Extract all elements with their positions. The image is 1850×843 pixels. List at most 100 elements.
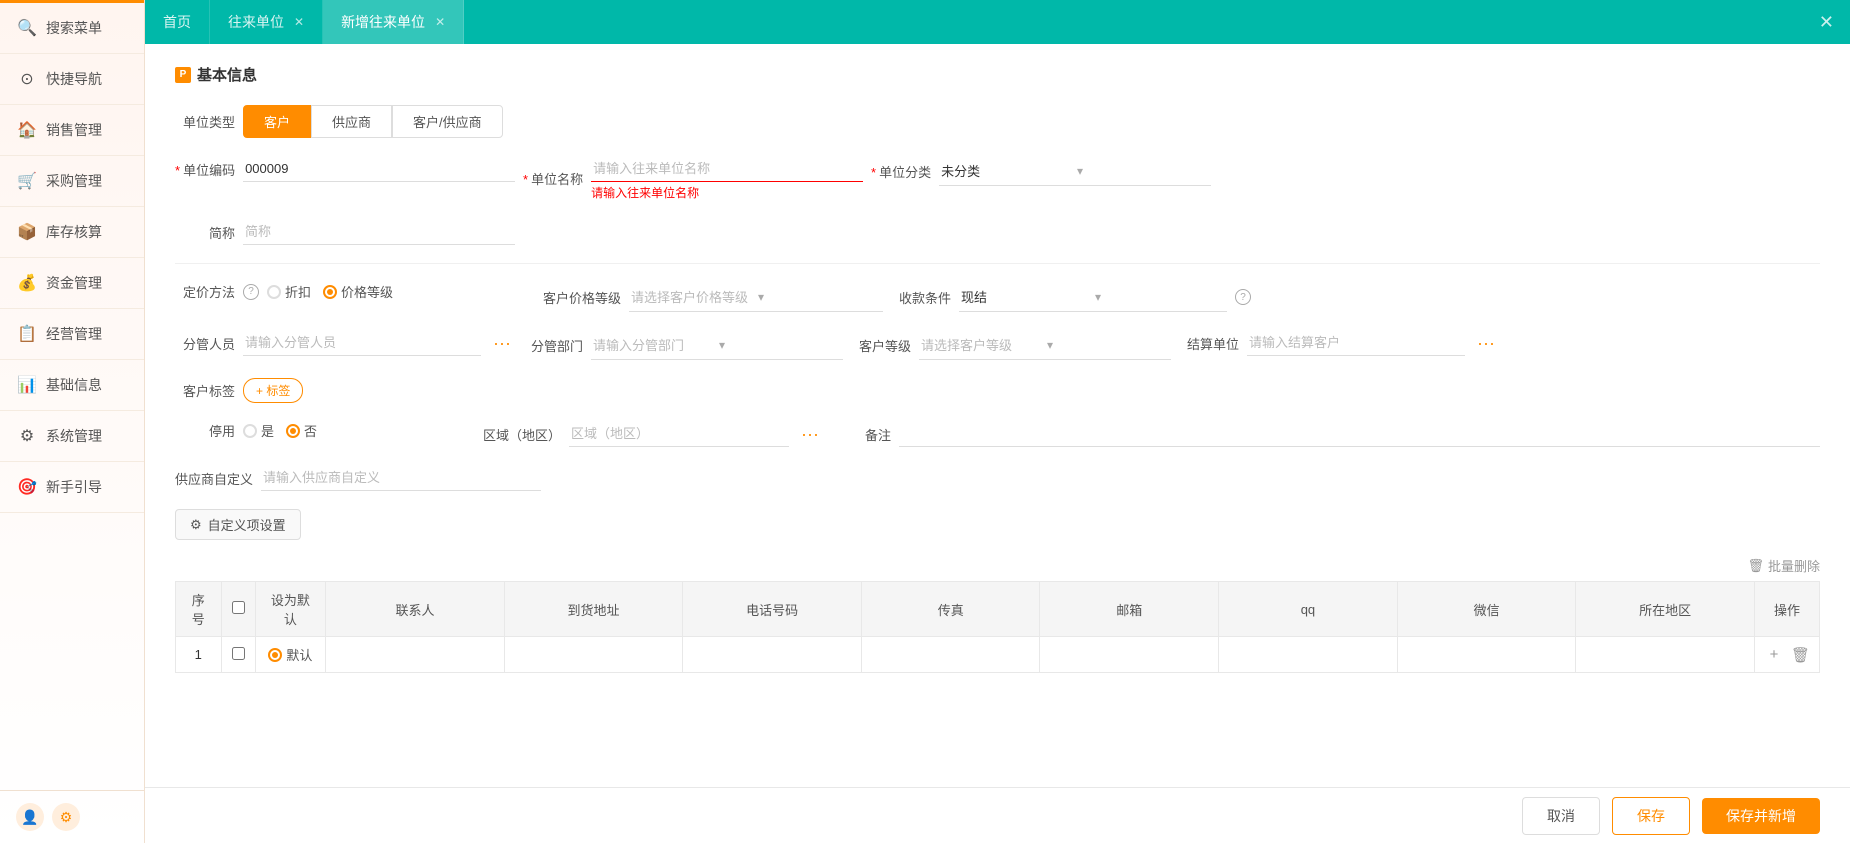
row-email[interactable] bbox=[1040, 637, 1219, 673]
tab-partners[interactable]: 往来单位 ✕ bbox=[210, 0, 323, 44]
tab-bar-close-btn[interactable]: ✕ bbox=[1803, 12, 1850, 33]
unit-category-select[interactable]: 未分类 ▾ bbox=[939, 156, 1211, 186]
inventory-icon: 📦 bbox=[16, 221, 38, 243]
tab-new-partner-label: 新增往来单位 bbox=[341, 12, 425, 32]
tab-new-partner-close[interactable]: ✕ bbox=[435, 15, 445, 29]
row-contact[interactable] bbox=[326, 637, 505, 673]
row-fax[interactable] bbox=[861, 637, 1040, 673]
unit-code-input[interactable] bbox=[243, 156, 515, 182]
row-region-input[interactable] bbox=[1586, 647, 1744, 662]
sidebar-item-operation[interactable]: 📋 经营管理 bbox=[0, 309, 144, 360]
payment-terms-select[interactable]: 现结 ▾ bbox=[959, 282, 1227, 312]
custom-settings-button[interactable]: ⚙ 自定义项设置 bbox=[175, 509, 301, 540]
sidebar-item-sales[interactable]: 🏠 销售管理 bbox=[0, 105, 144, 156]
unit-type-buttons: 客户 供应商 客户/供应商 bbox=[243, 105, 503, 138]
supplier-custom-field: 供应商自定义 bbox=[175, 465, 1820, 491]
sidebar-item-quicknav[interactable]: ⊙ 快捷导航 bbox=[0, 54, 144, 105]
settlement-more-btn[interactable]: ··· bbox=[1473, 333, 1499, 354]
region-more-btn[interactable]: ··· bbox=[797, 424, 823, 445]
settings-bottom-icon: ⚙ bbox=[52, 803, 80, 831]
manager-more-btn[interactable]: ··· bbox=[489, 333, 515, 354]
short-name-label: 简称 bbox=[175, 223, 235, 242]
sidebar-item-basic[interactable]: 📊 基础信息 bbox=[0, 360, 144, 411]
row-wechat[interactable] bbox=[1397, 637, 1576, 673]
radio-yes[interactable]: 是 bbox=[243, 421, 274, 440]
manager-label: 分管人员 bbox=[175, 334, 235, 353]
sidebar-item-purchase[interactable]: 🛒 采购管理 bbox=[0, 156, 144, 207]
row-qq-input[interactable] bbox=[1229, 647, 1387, 662]
row-default-circle bbox=[268, 648, 282, 662]
cancel-button[interactable]: 取消 bbox=[1522, 797, 1600, 835]
radio-no[interactable]: 否 bbox=[286, 421, 317, 440]
select-all-checkbox[interactable] bbox=[232, 601, 245, 614]
row-contact-input[interactable] bbox=[336, 647, 494, 662]
tab-home-label: 首页 bbox=[163, 12, 191, 32]
payment-help-icon[interactable]: ? bbox=[1235, 289, 1251, 305]
row-index: 1 bbox=[176, 637, 222, 673]
sidebar-item-system[interactable]: ⚙ 系统管理 bbox=[0, 411, 144, 462]
sidebar-item-guide[interactable]: 🎯 新手引导 bbox=[0, 462, 144, 513]
radio-grade[interactable]: 价格等级 bbox=[323, 282, 393, 301]
row-default-radio[interactable]: 默认 bbox=[266, 645, 316, 664]
pricing-label: 定价方法 bbox=[175, 282, 235, 301]
tab-home[interactable]: 首页 bbox=[145, 0, 210, 44]
payment-terms-field: 收款条件 现结 ▾ ? bbox=[891, 282, 1251, 312]
row-address-input[interactable] bbox=[515, 647, 673, 662]
radio-discount[interactable]: 折扣 bbox=[267, 282, 311, 301]
settlement-input[interactable] bbox=[1247, 330, 1465, 356]
pricing-help-icon[interactable]: ? bbox=[243, 284, 259, 300]
row-wechat-input[interactable] bbox=[1408, 647, 1566, 662]
supplier-custom-input[interactable] bbox=[261, 465, 541, 491]
row-phone-input[interactable] bbox=[693, 647, 851, 662]
row-fax-input[interactable] bbox=[872, 647, 1030, 662]
row-checkbox-input[interactable] bbox=[232, 647, 245, 660]
save-new-button[interactable]: 保存并新增 bbox=[1702, 798, 1820, 834]
col-phone: 电话号码 bbox=[683, 582, 862, 637]
manager-input[interactable] bbox=[243, 330, 481, 356]
table-header-row: 序号 设为默认 联系人 到货地址 电话号码 传真 邮箱 qq 微信 所在地区 操… bbox=[176, 582, 1820, 637]
save-button[interactable]: 保存 bbox=[1612, 797, 1690, 835]
manager-field: 分管人员 ··· bbox=[175, 330, 515, 356]
customer-level-select[interactable]: 请选择客户等级 ▾ bbox=[919, 330, 1171, 360]
type-btn-supplier[interactable]: 供应商 bbox=[311, 105, 392, 138]
payment-terms-chevron: ▾ bbox=[1095, 290, 1225, 304]
row-action: + 🗑 bbox=[1754, 637, 1819, 673]
customer-price-select[interactable]: 请选择客户价格等级 ▾ bbox=[629, 282, 883, 312]
col-checkbox bbox=[221, 582, 255, 637]
type-btn-customer[interactable]: 客户 bbox=[243, 105, 311, 138]
type-btn-both[interactable]: 客户/供应商 bbox=[392, 105, 503, 138]
add-row-icon[interactable]: + bbox=[1765, 646, 1783, 664]
add-tag-btn[interactable]: + 标签 bbox=[243, 378, 303, 403]
tag-field: 客户标签 + 标签 bbox=[175, 378, 1820, 403]
radio-yes-circle bbox=[243, 424, 257, 438]
row-region[interactable] bbox=[1576, 637, 1755, 673]
row-address[interactable] bbox=[504, 637, 683, 673]
manager-row: 分管人员 ··· 分管部门 请输入分管部门 ▾ 客户等级 请选择客户等级 ▾ bbox=[175, 330, 1820, 360]
unit-name-label: 单位名称 bbox=[523, 169, 583, 188]
sidebar: 🔍 搜索菜单 ⊙ 快捷导航 🏠 销售管理 🛒 采购管理 📦 库存核算 💰 资金管… bbox=[0, 0, 145, 843]
region-field: 区域（地区） ··· bbox=[483, 421, 823, 447]
dept-select[interactable]: 请输入分管部门 ▾ bbox=[591, 330, 843, 360]
col-fax: 传真 bbox=[861, 582, 1040, 637]
short-name-input[interactable] bbox=[243, 219, 515, 245]
row-qq[interactable] bbox=[1219, 637, 1398, 673]
sidebar-item-search[interactable]: 🔍 搜索菜单 bbox=[0, 3, 144, 54]
sidebar-item-inventory[interactable]: 📦 库存核算 bbox=[0, 207, 144, 258]
radio-yes-label: 是 bbox=[261, 421, 274, 440]
remarks-input[interactable] bbox=[899, 421, 1820, 447]
unit-type-row: 单位类型 客户 供应商 客户/供应商 bbox=[175, 105, 1820, 138]
unit-name-input[interactable] bbox=[591, 156, 863, 182]
batch-delete-icon: 🗑 bbox=[1747, 558, 1764, 574]
sidebar-item-finance[interactable]: 💰 资金管理 bbox=[0, 258, 144, 309]
tab-new-partner[interactable]: 新增往来单位 ✕ bbox=[323, 0, 464, 44]
custom-settings-area: ⚙ 自定义项设置 bbox=[175, 509, 1820, 540]
delete-row-icon[interactable]: 🗑 bbox=[1791, 646, 1809, 664]
row-phone[interactable] bbox=[683, 637, 862, 673]
customer-price-field: 客户价格等级 请选择客户价格等级 ▾ bbox=[543, 282, 883, 312]
customer-level-chevron: ▾ bbox=[1047, 338, 1169, 352]
batch-delete-btn[interactable]: 🗑 批量删除 bbox=[1747, 556, 1820, 575]
disable-radio-group: 是 否 bbox=[243, 421, 317, 440]
tab-partners-close[interactable]: ✕ bbox=[294, 15, 304, 29]
region-input[interactable] bbox=[569, 421, 789, 447]
row-email-input[interactable] bbox=[1050, 647, 1208, 662]
